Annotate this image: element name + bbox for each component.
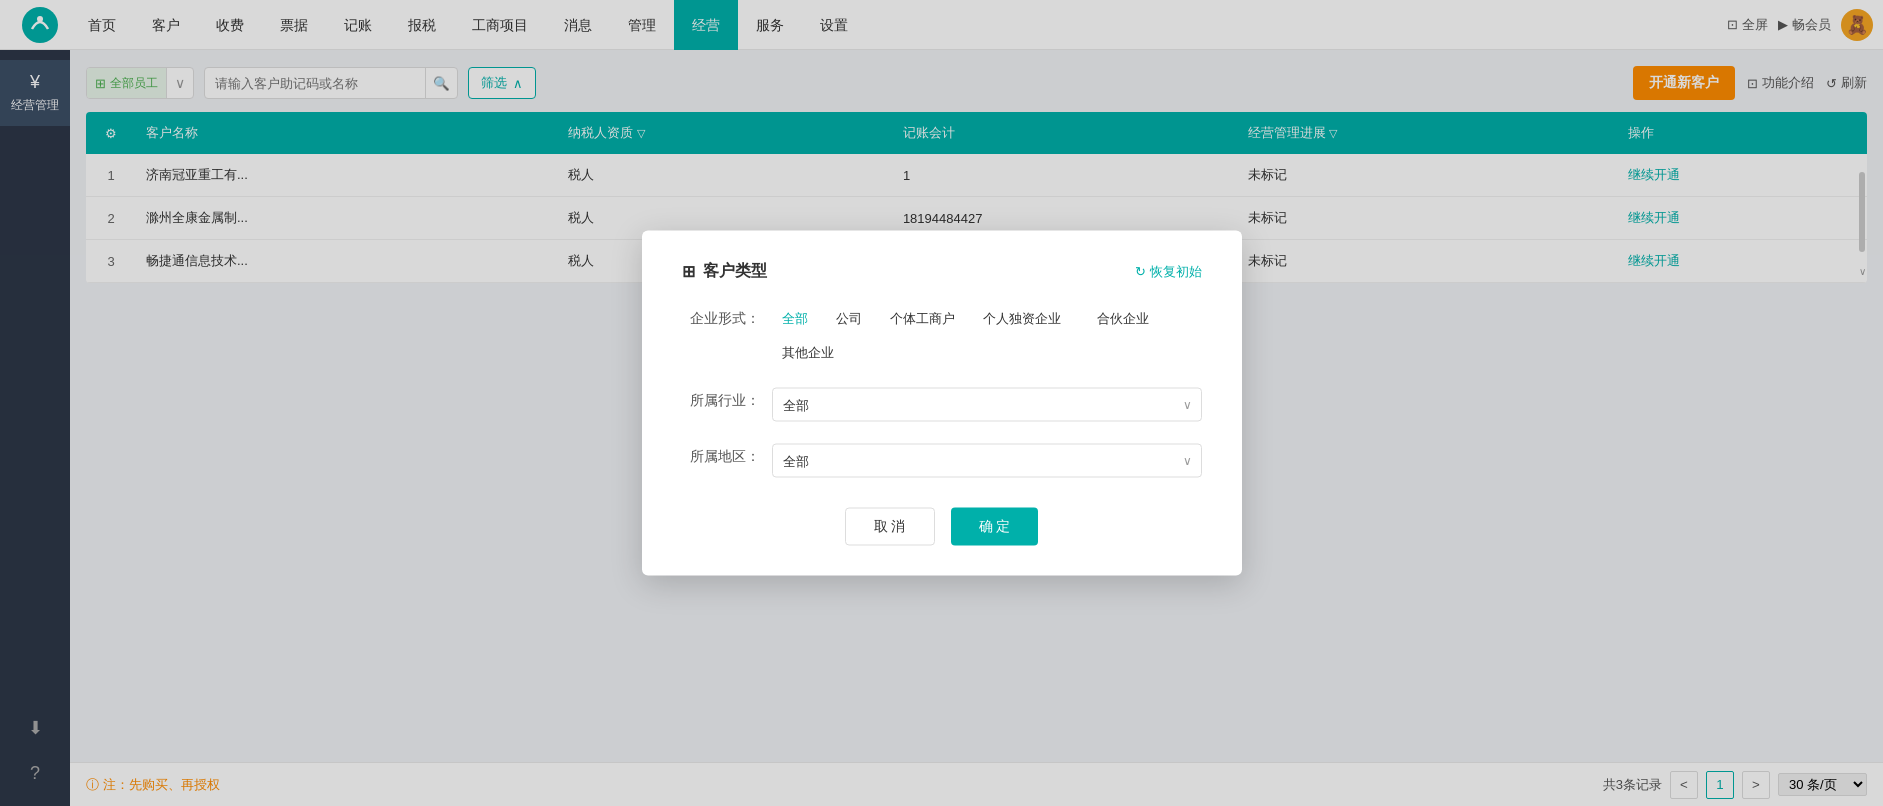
enterprise-option-company[interactable]: 公司	[826, 306, 872, 332]
industry-select-container: 全部 制造业 服务业 批零业 建筑业 其他	[772, 388, 1202, 422]
modal-title-text: 客户类型	[703, 261, 767, 282]
region-select[interactable]: 全部 华北 华东 华南 华中 西北 西南	[772, 444, 1202, 478]
confirm-button[interactable]: 确 定	[951, 508, 1039, 546]
industry-select-wrapper: 全部 制造业 服务业 批零业 建筑业 其他	[772, 388, 1202, 422]
enterprise-form-row: 企业形式： 全部 公司 个体工商户 个人独资企业 合伙企业 其他企业	[682, 306, 1202, 366]
enterprise-option-sole[interactable]: 个人独资企业	[973, 306, 1071, 332]
modal-footer: 取 消 确 定	[682, 508, 1202, 546]
enterprise-option-partnership[interactable]: 合伙企业	[1087, 306, 1159, 332]
modal-title-icon: ⊞	[682, 262, 695, 281]
reset-label: 恢复初始	[1150, 262, 1202, 280]
region-select-wrapper: 全部 华北 华东 华南 华中 西北 西南	[772, 444, 1202, 478]
filter-modal: ⊞ 客户类型 ↻ 恢复初始 企业形式： 全部 公司 个体工商户 个人独资企业 合…	[642, 231, 1242, 576]
reset-icon: ↻	[1135, 264, 1146, 279]
region-select-container: 全部 华北 华东 华南 华中 西北 西南	[772, 444, 1202, 478]
industry-label: 所属行业：	[682, 388, 772, 410]
enterprise-options: 全部 公司 个体工商户 个人独资企业 合伙企业 其他企业	[772, 306, 1202, 366]
industry-row: 所属行业： 全部 制造业 服务业 批零业 建筑业 其他	[682, 388, 1202, 422]
enterprise-option-other[interactable]: 其他企业	[772, 340, 844, 366]
enterprise-option-all[interactable]: 全部	[772, 306, 818, 332]
region-row: 所属地区： 全部 华北 华东 华南 华中 西北 西南	[682, 444, 1202, 478]
enterprise-label: 企业形式：	[682, 306, 772, 328]
region-label: 所属地区：	[682, 444, 772, 466]
modal-title: ⊞ 客户类型	[682, 261, 767, 282]
industry-select[interactable]: 全部 制造业 服务业 批零业 建筑业 其他	[772, 388, 1202, 422]
modal-header: ⊞ 客户类型 ↻ 恢复初始	[682, 261, 1202, 282]
enterprise-option-individual[interactable]: 个体工商户	[880, 306, 965, 332]
cancel-button[interactable]: 取 消	[845, 508, 935, 546]
modal-reset-button[interactable]: ↻ 恢复初始	[1135, 262, 1202, 280]
